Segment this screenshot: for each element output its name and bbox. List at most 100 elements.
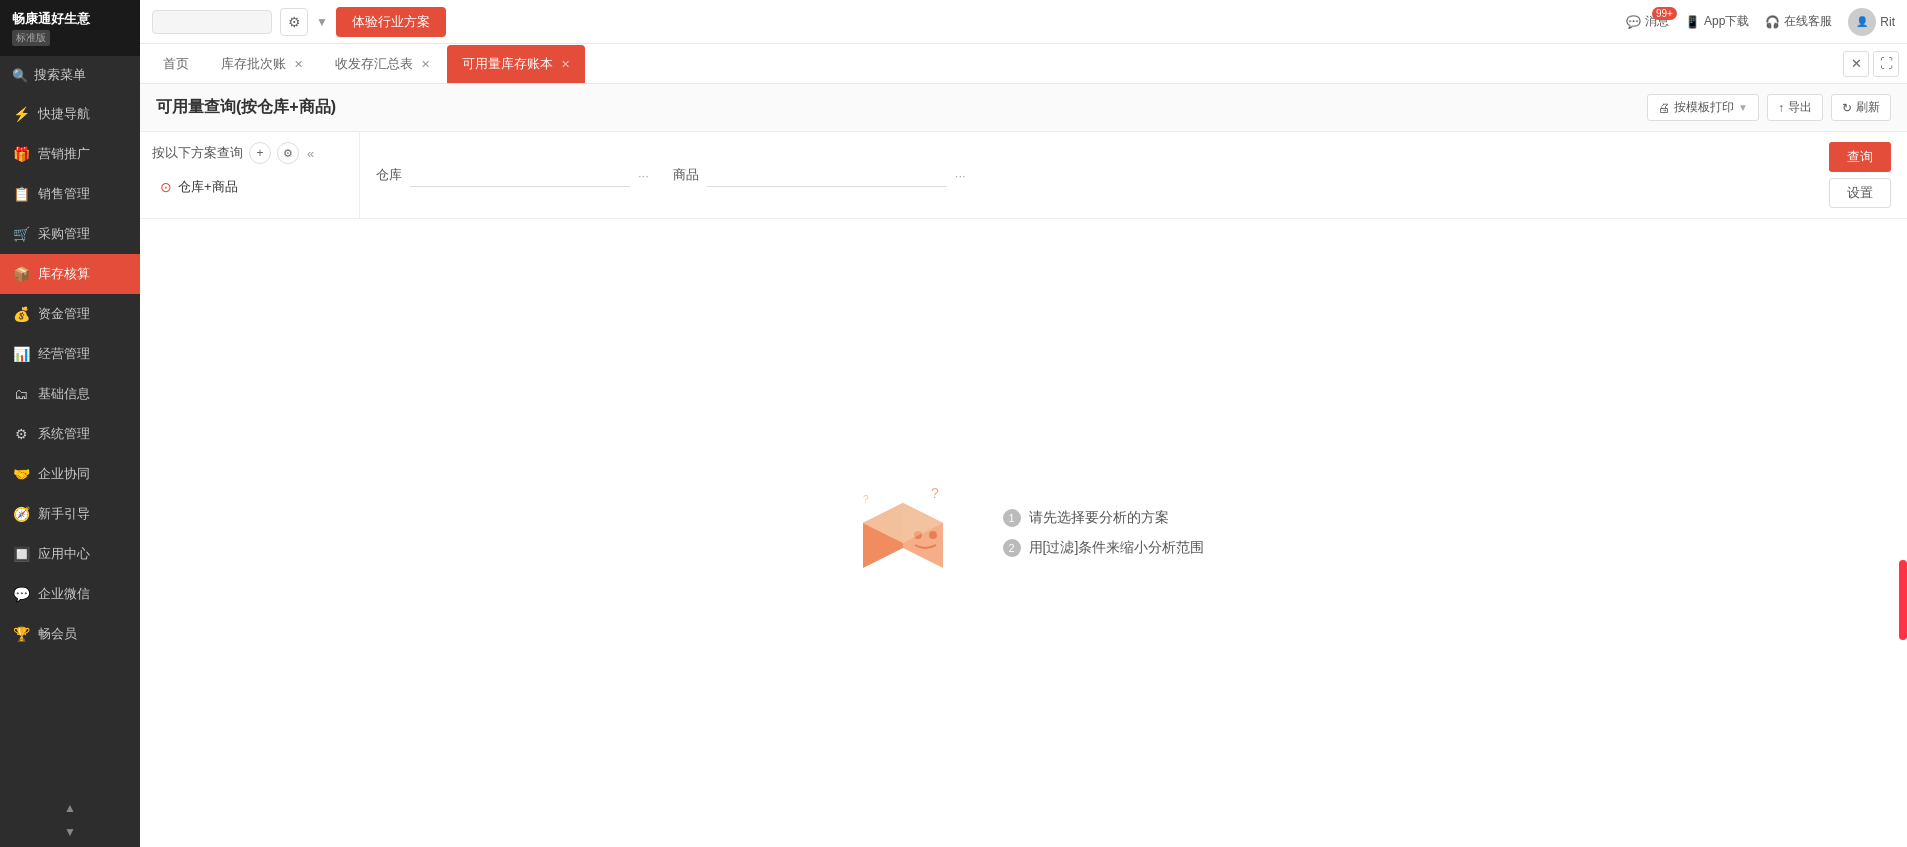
download-icon: 📱 (1685, 15, 1700, 29)
marketing-icon: 🎁 (12, 145, 30, 163)
refresh-button[interactable]: ↻ 刷新 (1831, 94, 1891, 121)
sidebar-item-quick-nav[interactable]: ⚡ 快捷导航 (0, 94, 140, 134)
tab-close-available-stock[interactable]: ✕ (561, 58, 570, 71)
sidebar-item-system[interactable]: ⚙ 系统管理 (0, 414, 140, 454)
product-input[interactable] (707, 163, 947, 187)
step-2-text: 用[过滤]条件来缩小分析范围 (1029, 539, 1205, 557)
headset-icon: 🎧 (1765, 15, 1780, 29)
notification-icon: 💬 (1626, 15, 1641, 29)
page-header: 可用量查询(按仓库+商品) 🖨 按模板打印 ▼ ↑ 导出 ↻ 刷新 (140, 84, 1907, 132)
sidebar-item-inventory[interactable]: 📦 库存核算 (0, 254, 140, 294)
step-2-number: 2 (1003, 539, 1021, 557)
product-label: 商品 (673, 166, 699, 184)
chevron-down-icon: ▼ (1738, 102, 1748, 113)
search-icon: 🔍 (12, 68, 28, 83)
warehouse-field: 仓库 ··· (376, 163, 649, 187)
svg-point-4 (929, 531, 937, 539)
filter-settings-button[interactable]: 设置 (1829, 178, 1891, 208)
sidebar-item-basic-info[interactable]: 🗂 基础信息 (0, 374, 140, 414)
sidebar-item-marketing[interactable]: 🎁 营销推广 (0, 134, 140, 174)
filter-scheme-panel: 按以下方案查询 + ⚙ « ⊙ 仓库+商品 (140, 132, 360, 218)
scroll-up-button[interactable]: ▲ (0, 797, 140, 819)
topbar: ⚙ ▼ 体验行业方案 💬 消息 99+ 📱 App下载 🎧 在线客服 (140, 0, 1907, 44)
print-icon: 🖨 (1658, 101, 1670, 115)
filter-scheme-header: 按以下方案查询 + ⚙ « (152, 142, 347, 164)
app-center-icon: 🔲 (12, 545, 30, 563)
sidebar-item-onboarding[interactable]: 🧭 新手引导 (0, 494, 140, 534)
filter-scheme-item[interactable]: ⊙ 仓库+商品 (152, 172, 347, 202)
filter-actions: 查询 设置 (1829, 142, 1891, 208)
topbar-left: ⚙ ▼ 体验行业方案 (152, 7, 446, 37)
page-title: 可用量查询(按仓库+商品) (156, 97, 336, 118)
refresh-icon: ↻ (1842, 101, 1852, 115)
sidebar-item-enterprise[interactable]: 🤝 企业协同 (0, 454, 140, 494)
search-menu[interactable]: 🔍 搜索菜单 (0, 56, 140, 94)
quick-nav-icon: ⚡ (12, 105, 30, 123)
export-button[interactable]: ↑ 导出 (1767, 94, 1823, 121)
sidebar-item-operations[interactable]: 📊 经营管理 (0, 334, 140, 374)
add-scheme-button[interactable]: + (249, 142, 271, 164)
purchase-icon: 🛒 (12, 225, 30, 243)
empty-illustration: ? ? (843, 473, 963, 593)
notification-badge: 99+ (1652, 7, 1677, 20)
step-1-text: 请先选择要分析的方案 (1029, 509, 1169, 527)
topbar-gear-button[interactable]: ⚙ (280, 8, 308, 36)
trial-industry-button[interactable]: 体验行业方案 (336, 7, 446, 37)
sidebar-item-app-center[interactable]: 🔲 应用中心 (0, 534, 140, 574)
collapse-filter-button[interactable]: « (305, 144, 316, 163)
export-icon: ↑ (1778, 101, 1784, 115)
sidebar-item-purchase[interactable]: 🛒 采购管理 (0, 214, 140, 254)
product-more-button[interactable]: ··· (955, 168, 966, 183)
sidebar: 畅康通好生意 标准版 🔍 搜索菜单 ⚡ 快捷导航 🎁 营销推广 📋 销售管理 🛒… (0, 0, 140, 847)
sidebar-item-wechat[interactable]: 💬 企业微信 (0, 574, 140, 614)
svg-text:?: ? (863, 494, 869, 505)
tab-close-button[interactable]: ✕ (1843, 51, 1869, 77)
notification-button[interactable]: 💬 消息 99+ (1626, 13, 1669, 30)
template-print-button[interactable]: 🖨 按模板打印 ▼ (1647, 94, 1759, 121)
system-icon: ⚙ (12, 425, 30, 443)
membership-icon: 🏆 (12, 625, 30, 643)
warehouse-label: 仓库 (376, 166, 402, 184)
tab-home[interactable]: 首页 (148, 45, 204, 83)
online-service-button[interactable]: 🎧 在线客服 (1765, 13, 1832, 30)
chevron-down-icon: ▼ (316, 15, 328, 29)
sidebar-item-finance[interactable]: 💰 资金管理 (0, 294, 140, 334)
tab-available-stock[interactable]: 可用量库存账本 ✕ (447, 45, 585, 83)
user-profile-button[interactable]: 👤 Rit (1848, 8, 1895, 36)
topbar-right: 💬 消息 99+ 📱 App下载 🎧 在线客服 👤 Rit (1626, 8, 1895, 36)
right-scrollbar[interactable] (1899, 560, 1907, 640)
product-field: 商品 ··· (673, 163, 966, 187)
query-button[interactable]: 查询 (1829, 142, 1891, 172)
scroll-down-button[interactable]: ▼ (0, 821, 140, 843)
scheme-item-icon: ⊙ (160, 179, 172, 195)
main-content: ⚙ ▼ 体验行业方案 💬 消息 99+ 📱 App下载 🎧 在线客服 (140, 0, 1907, 847)
tab-batch-ledger[interactable]: 库存批次账 ✕ (206, 45, 318, 83)
app-download-button[interactable]: 📱 App下载 (1685, 13, 1749, 30)
warehouse-input[interactable] (410, 163, 630, 187)
avatar: 👤 (1848, 8, 1876, 36)
tab-expand-button[interactable]: ⛶ (1873, 51, 1899, 77)
step-1-number: 1 (1003, 509, 1021, 527)
topbar-dropdown-btn[interactable]: ▼ (316, 15, 328, 29)
tabs-actions: ✕ ⛶ (1843, 51, 1899, 77)
scheme-settings-button[interactable]: ⚙ (277, 142, 299, 164)
sidebar-item-membership[interactable]: 🏆 畅会员 (0, 614, 140, 654)
enterprise-icon: 🤝 (12, 465, 30, 483)
username-label: Rit (1880, 15, 1895, 29)
sidebar-header: 畅康通好生意 标准版 (0, 0, 140, 56)
topbar-search-input[interactable] (152, 10, 272, 34)
gear-icon: ⚙ (288, 14, 301, 30)
empty-text: 1 请先选择要分析的方案 2 用[过滤]条件来缩小分析范围 (1003, 509, 1205, 557)
tab-close-batch-ledger[interactable]: ✕ (294, 58, 303, 71)
page-toolbar: 🖨 按模板打印 ▼ ↑ 导出 ↻ 刷新 (1647, 94, 1891, 121)
filter-fields: 仓库 ··· 商品 ··· 查询 设置 (360, 132, 1907, 218)
brand-name: 畅康通好生意 (12, 10, 128, 28)
warehouse-more-button[interactable]: ··· (638, 168, 649, 183)
tab-stock-summary[interactable]: 收发存汇总表 ✕ (320, 45, 445, 83)
edition-badge: 标准版 (12, 30, 50, 46)
empty-state: ? ? 1 请先选择要分析的方案 2 用[过滤]条件来缩小分析范围 (140, 219, 1907, 847)
wechat-icon: 💬 (12, 585, 30, 603)
empty-step-2: 2 用[过滤]条件来缩小分析范围 (1003, 539, 1205, 557)
tab-close-stock-summary[interactable]: ✕ (421, 58, 430, 71)
sidebar-item-sales[interactable]: 📋 销售管理 (0, 174, 140, 214)
